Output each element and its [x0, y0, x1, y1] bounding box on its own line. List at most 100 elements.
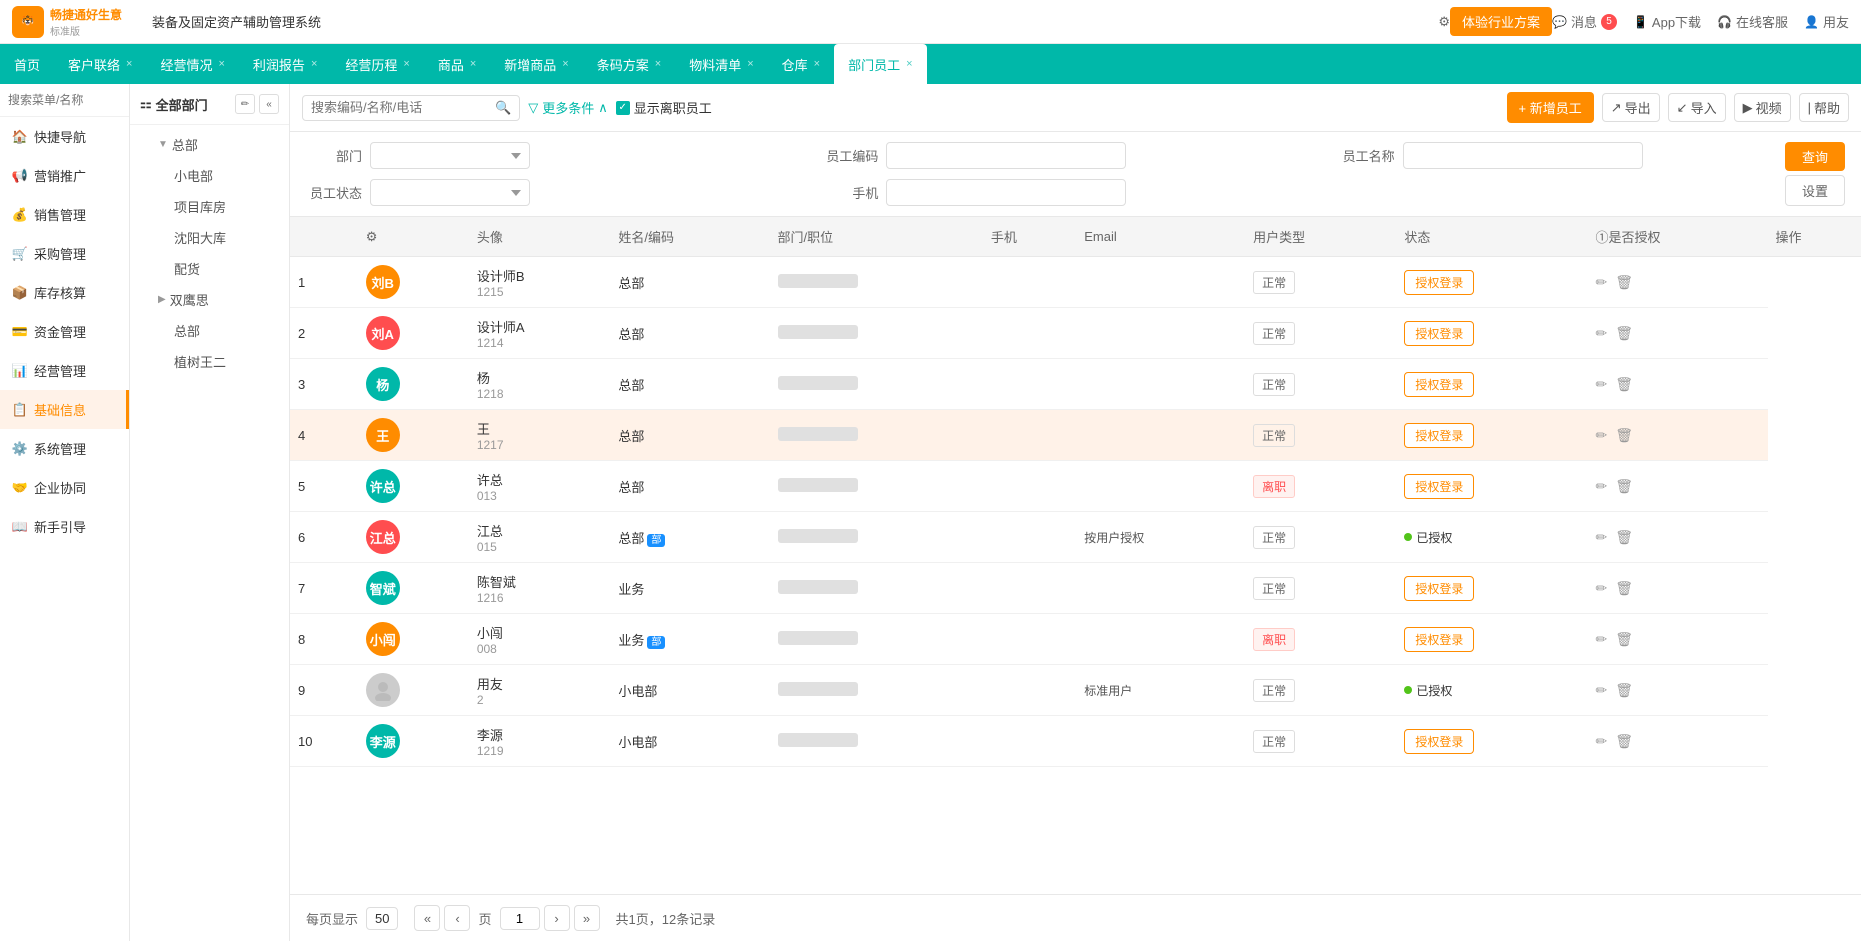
- code-input[interactable]: [886, 142, 1126, 169]
- delete-icon[interactable]: 🗑: [1615, 529, 1633, 546]
- sidebar-search-input[interactable]: [8, 93, 130, 107]
- dept-node-xiangmujufang[interactable]: 项目库房: [130, 191, 289, 222]
- status-select[interactable]: [370, 179, 530, 206]
- first-page-btn[interactable]: «: [414, 905, 440, 931]
- online-service-btn[interactable]: 🎧 在线客服: [1717, 12, 1788, 31]
- set-button[interactable]: 设置: [1785, 175, 1845, 206]
- edit-icon[interactable]: ✏: [1595, 682, 1607, 699]
- edit-icon[interactable]: ✏: [1595, 427, 1607, 444]
- sidebar-item-collab[interactable]: 🤝企业协同: [0, 468, 129, 507]
- sidebar-item-purchase[interactable]: 🛒采购管理: [0, 234, 129, 273]
- dept-node-zongbu2[interactable]: 总部: [130, 315, 289, 346]
- authorize-btn[interactable]: 授权登录: [1404, 474, 1474, 499]
- dept-node-bufuwangz[interactable]: 植树王二: [130, 346, 289, 377]
- nav-tab-business[interactable]: 经营情况×: [146, 44, 238, 84]
- th-phone[interactable]: 手机: [983, 217, 1076, 257]
- sidebar-item-marketing[interactable]: 📢营销推广: [0, 156, 129, 195]
- nav-tab-newgoods[interactable]: 新增商品×: [490, 44, 582, 84]
- edit-icon[interactable]: ✏: [1595, 631, 1607, 648]
- sidebar-item-basic[interactable]: 📋基础信息: [0, 390, 129, 429]
- add-employee-button[interactable]: + 新增员工: [1507, 92, 1594, 123]
- nav-tab-close-customer[interactable]: ×: [126, 58, 132, 70]
- user-avatar[interactable]: 👤 用友: [1804, 12, 1849, 31]
- nav-tab-home[interactable]: 首页: [0, 44, 54, 84]
- nav-tab-goods[interactable]: 商品×: [424, 44, 490, 84]
- nav-tab-warehouse[interactable]: 仓库×: [768, 44, 834, 84]
- nav-tab-close-profit[interactable]: ×: [311, 58, 317, 70]
- search-input[interactable]: [311, 100, 491, 115]
- delete-icon[interactable]: 🗑: [1615, 478, 1633, 495]
- delete-icon[interactable]: 🗑: [1615, 631, 1633, 648]
- authorize-btn[interactable]: 授权登录: [1404, 321, 1474, 346]
- page-size-select[interactable]: 50: [366, 907, 398, 930]
- authorize-btn[interactable]: 授权登录: [1404, 270, 1474, 295]
- dept-node-shuangyinsi[interactable]: ▶双鹰思: [130, 284, 289, 315]
- sidebar-item-finance[interactable]: 💳资金管理: [0, 312, 129, 351]
- dept-collapse-btn[interactable]: «: [259, 94, 279, 114]
- view-btn[interactable]: ▶ 视频: [1734, 93, 1791, 122]
- nav-tab-employee[interactable]: 部门员工×: [834, 44, 926, 84]
- help-btn[interactable]: | 帮助: [1799, 93, 1849, 122]
- trial-button[interactable]: 体验行业方案: [1450, 7, 1552, 36]
- delete-icon[interactable]: 🗑: [1615, 325, 1633, 342]
- nav-tab-close-material[interactable]: ×: [747, 58, 753, 70]
- authorize-btn[interactable]: 授权登录: [1404, 423, 1474, 448]
- th-name[interactable]: 姓名/编码: [610, 217, 769, 257]
- delete-icon[interactable]: 🗑: [1615, 580, 1633, 597]
- edit-icon[interactable]: ✏: [1595, 478, 1607, 495]
- prev-page-btn[interactable]: ‹: [444, 905, 470, 931]
- dept-node-zongbu[interactable]: ▼总部: [130, 129, 289, 160]
- dept-node-xiaodianbm[interactable]: 小电部: [130, 160, 289, 191]
- sidebar-item-sales[interactable]: 💰销售管理: [0, 195, 129, 234]
- dept-all-btn[interactable]: ⚏ 全部部门: [140, 95, 208, 114]
- nav-tab-close-bizflow[interactable]: ×: [403, 58, 409, 70]
- nav-tab-profit[interactable]: 利润报告×: [239, 44, 331, 84]
- query-button[interactable]: 查询: [1785, 142, 1845, 171]
- delete-icon[interactable]: 🗑: [1615, 427, 1633, 444]
- nav-tab-close-barcode[interactable]: ×: [655, 58, 661, 70]
- sidebar-item-ops[interactable]: 📊经营管理: [0, 351, 129, 390]
- dept-select[interactable]: [370, 142, 530, 169]
- edit-icon[interactable]: ✏: [1595, 325, 1607, 342]
- nav-tab-barcode[interactable]: 条码方案×: [583, 44, 675, 84]
- sidebar-item-stock[interactable]: 📦库存核算: [0, 273, 129, 312]
- nav-tab-close-employee[interactable]: ×: [906, 58, 912, 70]
- show-resigned-toggle[interactable]: ✓ 显示离职员工: [616, 98, 712, 117]
- authorize-btn[interactable]: 授权登录: [1404, 576, 1474, 601]
- dept-node-shenyangdajian[interactable]: 沈阳大库: [130, 222, 289, 253]
- edit-icon[interactable]: ✏: [1595, 274, 1607, 291]
- message-btn[interactable]: 💬 消息 5: [1552, 12, 1617, 31]
- edit-icon[interactable]: ✏: [1595, 376, 1607, 393]
- nav-tab-close-goods[interactable]: ×: [470, 58, 476, 70]
- sidebar-item-system[interactable]: ⚙️系统管理: [0, 429, 129, 468]
- nav-tab-close-newgoods[interactable]: ×: [562, 58, 568, 70]
- phone-input[interactable]: [886, 179, 1126, 206]
- import-btn[interactable]: ↙ 导入: [1668, 93, 1726, 122]
- authorize-btn[interactable]: 授权登录: [1404, 372, 1474, 397]
- next-page-btn[interactable]: ›: [544, 905, 570, 931]
- nav-tab-customer[interactable]: 客户联络×: [54, 44, 146, 84]
- delete-icon[interactable]: 🗑: [1615, 376, 1633, 393]
- delete-icon[interactable]: 🗑: [1615, 733, 1633, 750]
- dept-edit-btn[interactable]: ✏: [235, 94, 255, 114]
- sidebar-item-guide[interactable]: 📖新手引导: [0, 507, 129, 546]
- last-page-btn[interactable]: »: [574, 905, 600, 931]
- delete-icon[interactable]: 🗑: [1615, 682, 1633, 699]
- edit-icon[interactable]: ✏: [1595, 733, 1607, 750]
- authorize-btn[interactable]: 授权登录: [1404, 729, 1474, 754]
- export-btn[interactable]: ↗ 导出: [1602, 93, 1660, 122]
- edit-icon[interactable]: ✏: [1595, 580, 1607, 597]
- sidebar-item-quick[interactable]: 🏠快捷导航: [0, 117, 129, 156]
- dept-node-peihuo[interactable]: 配货: [130, 253, 289, 284]
- authorize-btn[interactable]: 授权登录: [1404, 627, 1474, 652]
- th-dept[interactable]: 部门/职位: [770, 217, 983, 257]
- search-icon-btn[interactable]: 🔍: [495, 100, 511, 116]
- page-number-input[interactable]: [500, 907, 540, 930]
- nav-tab-close-business[interactable]: ×: [218, 58, 224, 70]
- app-download-btn[interactable]: 📱 App下载: [1633, 12, 1701, 31]
- delete-icon[interactable]: 🗑: [1615, 274, 1633, 291]
- gear-icon[interactable]: ⚙: [1438, 14, 1450, 30]
- nav-tab-bizflow[interactable]: 经营历程×: [331, 44, 423, 84]
- nav-tab-close-warehouse[interactable]: ×: [814, 58, 820, 70]
- edit-icon[interactable]: ✏: [1595, 529, 1607, 546]
